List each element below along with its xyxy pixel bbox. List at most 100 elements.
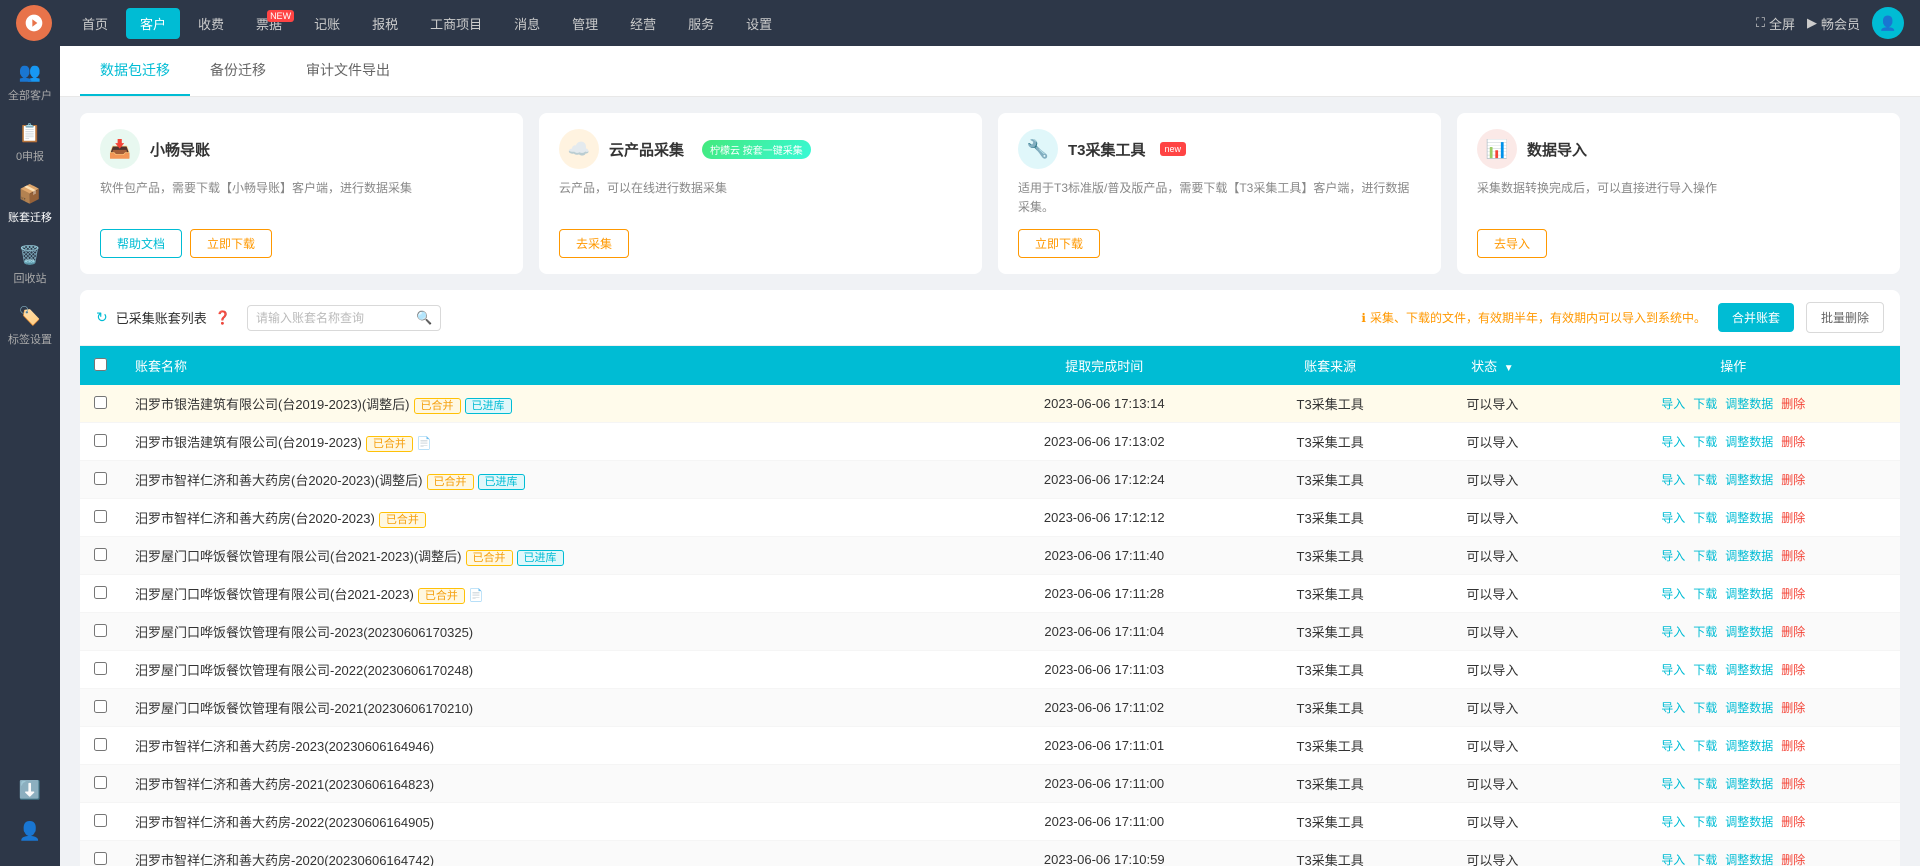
sidebar-item-all-customers[interactable]: 👥 全部客户	[3, 54, 57, 111]
action-删除[interactable]: 删除	[1781, 853, 1805, 866]
batch-delete-button[interactable]: 批量删除	[1806, 302, 1884, 333]
action-删除[interactable]: 删除	[1781, 777, 1805, 791]
cloud-collect-button[interactable]: 去采集	[559, 229, 629, 258]
nav-home[interactable]: 首页	[68, 8, 122, 39]
row-checkbox[interactable]	[94, 738, 107, 751]
nav-accounting[interactable]: 记账	[300, 8, 354, 39]
action-导入[interactable]: 导入	[1661, 625, 1685, 639]
row-checkbox[interactable]	[94, 472, 107, 485]
action-删除[interactable]: 删除	[1781, 549, 1805, 563]
refresh-icon[interactable]: ↻	[96, 309, 108, 326]
action-导入[interactable]: 导入	[1661, 663, 1685, 677]
nav-settings[interactable]: 设置	[732, 8, 786, 39]
action-删除[interactable]: 删除	[1781, 435, 1805, 449]
row-checkbox[interactable]	[94, 662, 107, 675]
action-调整数据[interactable]: 调整数据	[1725, 587, 1773, 601]
t3-download-button[interactable]: 立即下载	[1018, 229, 1100, 258]
action-调整数据[interactable]: 调整数据	[1725, 435, 1773, 449]
action-删除[interactable]: 删除	[1781, 663, 1805, 677]
action-下载[interactable]: 下载	[1693, 663, 1717, 677]
action-删除[interactable]: 删除	[1781, 511, 1805, 525]
action-导入[interactable]: 导入	[1661, 853, 1685, 866]
row-checkbox[interactable]	[94, 548, 107, 561]
action-导入[interactable]: 导入	[1661, 511, 1685, 525]
sidebar-item-zero-declare[interactable]: 📋 0申报	[3, 115, 57, 172]
action-调整数据[interactable]: 调整数据	[1725, 815, 1773, 829]
action-导入[interactable]: 导入	[1661, 701, 1685, 715]
action-调整数据[interactable]: 调整数据	[1725, 777, 1773, 791]
action-调整数据[interactable]: 调整数据	[1725, 511, 1773, 525]
action-删除[interactable]: 删除	[1781, 739, 1805, 753]
action-下载[interactable]: 下载	[1693, 587, 1717, 601]
fullscreen-button[interactable]: ⛶ 全屏	[1756, 14, 1795, 33]
nav-customer[interactable]: 客户	[126, 8, 180, 39]
action-删除[interactable]: 删除	[1781, 815, 1805, 829]
nav-invoice[interactable]: 票据 NEW	[242, 8, 296, 39]
action-下载[interactable]: 下载	[1693, 511, 1717, 525]
sidebar-item-account-migration[interactable]: 📦 账套迁移	[3, 176, 57, 233]
help-icon[interactable]: ❓	[215, 310, 231, 326]
nav-service[interactable]: 服务	[674, 8, 728, 39]
row-checkbox[interactable]	[94, 396, 107, 409]
merge-accounts-button[interactable]: 合并账套	[1718, 303, 1794, 332]
action-调整数据[interactable]: 调整数据	[1725, 739, 1773, 753]
action-删除[interactable]: 删除	[1781, 473, 1805, 487]
action-调整数据[interactable]: 调整数据	[1725, 473, 1773, 487]
row-checkbox[interactable]	[94, 776, 107, 789]
action-导入[interactable]: 导入	[1661, 549, 1685, 563]
tab-backup-migration[interactable]: 备份迁移	[190, 46, 286, 96]
action-下载[interactable]: 下载	[1693, 625, 1717, 639]
sidebar-item-recycle[interactable]: 🗑️ 回收站	[3, 237, 57, 294]
search-input[interactable]	[256, 311, 416, 325]
action-下载[interactable]: 下载	[1693, 853, 1717, 866]
action-导入[interactable]: 导入	[1661, 473, 1685, 487]
row-checkbox[interactable]	[94, 814, 107, 827]
action-导入[interactable]: 导入	[1661, 397, 1685, 411]
app-logo[interactable]	[16, 5, 52, 41]
tab-audit-export[interactable]: 审计文件导出	[286, 46, 410, 96]
action-下载[interactable]: 下载	[1693, 435, 1717, 449]
action-导入[interactable]: 导入	[1661, 739, 1685, 753]
action-调整数据[interactable]: 调整数据	[1725, 701, 1773, 715]
xiaochang-help-button[interactable]: 帮助文档	[100, 229, 182, 258]
action-删除[interactable]: 删除	[1781, 397, 1805, 411]
header-status[interactable]: 状态 ▼	[1418, 346, 1566, 385]
import-go-button[interactable]: 去导入	[1477, 229, 1547, 258]
search-submit-icon[interactable]: 🔍	[416, 310, 432, 326]
select-all-checkbox[interactable]	[94, 358, 107, 371]
row-checkbox[interactable]	[94, 586, 107, 599]
nav-billing[interactable]: 收费	[184, 8, 238, 39]
xiaochang-download-button[interactable]: 立即下载	[190, 229, 272, 258]
action-下载[interactable]: 下载	[1693, 777, 1717, 791]
nav-tax[interactable]: 报税	[358, 8, 412, 39]
action-调整数据[interactable]: 调整数据	[1725, 663, 1773, 677]
action-调整数据[interactable]: 调整数据	[1725, 625, 1773, 639]
sidebar-user-settings[interactable]: 👤	[3, 813, 57, 850]
row-checkbox[interactable]	[94, 434, 107, 447]
action-导入[interactable]: 导入	[1661, 435, 1685, 449]
action-导入[interactable]: 导入	[1661, 815, 1685, 829]
action-导入[interactable]: 导入	[1661, 777, 1685, 791]
row-checkbox[interactable]	[94, 510, 107, 523]
action-调整数据[interactable]: 调整数据	[1725, 397, 1773, 411]
action-导入[interactable]: 导入	[1661, 587, 1685, 601]
action-删除[interactable]: 删除	[1781, 587, 1805, 601]
tab-data-migration[interactable]: 数据包迁移	[80, 46, 190, 96]
action-下载[interactable]: 下载	[1693, 397, 1717, 411]
action-调整数据[interactable]: 调整数据	[1725, 853, 1773, 866]
action-下载[interactable]: 下载	[1693, 701, 1717, 715]
row-checkbox[interactable]	[94, 624, 107, 637]
sidebar-download-button[interactable]: ⬇️	[3, 772, 57, 809]
row-checkbox[interactable]	[94, 700, 107, 713]
nav-manage[interactable]: 管理	[558, 8, 612, 39]
nav-business[interactable]: 工商项目	[416, 8, 496, 39]
vip-button[interactable]: ▶ 畅会员	[1807, 14, 1860, 33]
action-调整数据[interactable]: 调整数据	[1725, 549, 1773, 563]
sidebar-item-tag-settings[interactable]: 🏷️ 标签设置	[3, 298, 57, 355]
action-删除[interactable]: 删除	[1781, 701, 1805, 715]
action-下载[interactable]: 下载	[1693, 739, 1717, 753]
nav-message[interactable]: 消息	[500, 8, 554, 39]
action-删除[interactable]: 删除	[1781, 625, 1805, 639]
action-下载[interactable]: 下载	[1693, 549, 1717, 563]
action-下载[interactable]: 下载	[1693, 815, 1717, 829]
